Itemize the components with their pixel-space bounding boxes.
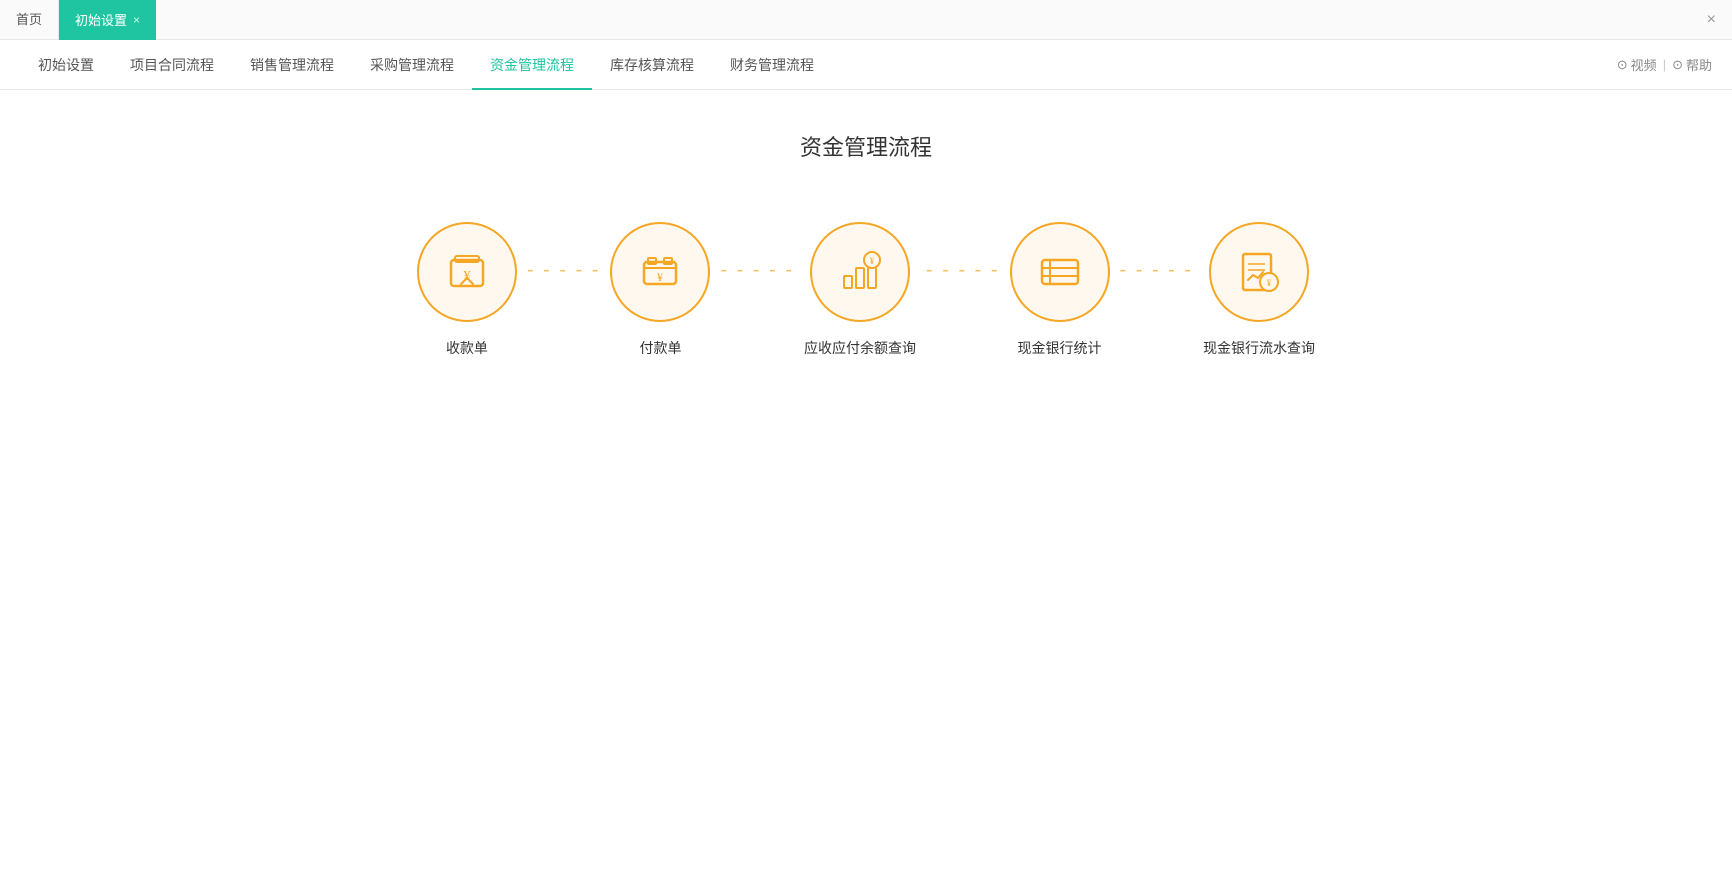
tab-close-icon[interactable]: ×	[133, 13, 140, 27]
liushui-icon-circle: ¥	[1209, 222, 1309, 322]
flow-item-xianjin[interactable]: 现金银行统计	[1010, 222, 1110, 358]
svg-text:¥: ¥	[1267, 278, 1272, 288]
xianjin-icon	[1036, 248, 1084, 296]
flow-item-liushui[interactable]: ¥ 现金银行流水查询	[1203, 222, 1315, 358]
video-label: 视频	[1631, 55, 1657, 74]
svg-text:¥: ¥	[657, 270, 663, 284]
yingshou-label: 应收应付余额查询	[804, 338, 916, 358]
flow-item-yingshou[interactable]: ¥ 应收应付余额查询	[804, 222, 916, 358]
liushui-icon: ¥	[1235, 248, 1283, 296]
window-close-button[interactable]: ×	[1691, 0, 1732, 40]
connector-4: - - - - -	[1120, 259, 1194, 282]
nav-item-caiwu[interactable]: 财务管理流程	[712, 40, 832, 90]
help-label: 帮助	[1686, 55, 1712, 74]
flow-item-fukuan[interactable]: ¥ 付款单	[610, 222, 710, 358]
nav-item-chushishezhi[interactable]: 初始设置	[20, 40, 112, 90]
flow-container: ¥ 收款单 - - - - - ¥ 付款单	[417, 222, 1315, 358]
connector-2: - - - - -	[720, 259, 794, 282]
fukuan-icon: ¥	[636, 248, 684, 296]
shoukuan-icon: ¥	[443, 248, 491, 296]
svg-text:¥: ¥	[870, 256, 875, 266]
active-tab[interactable]: 初始设置 ×	[59, 0, 156, 40]
top-bar: 首页 初始设置 × ×	[0, 0, 1732, 40]
yingshou-icon: ¥	[836, 248, 884, 296]
fukuan-label: 付款单	[639, 338, 681, 358]
connector-1: - - - - -	[527, 259, 601, 282]
shoukuan-icon-circle: ¥	[417, 222, 517, 322]
flow-item-shoukuan[interactable]: ¥ 收款单	[417, 222, 517, 358]
video-icon: ⊙	[1617, 57, 1628, 73]
fukuan-icon-circle: ¥	[610, 222, 710, 322]
home-tab[interactable]: 首页	[0, 0, 59, 40]
liushui-label: 现金银行流水查询	[1203, 338, 1315, 358]
xianjin-label: 现金银行统计	[1018, 338, 1102, 358]
help-button[interactable]: ⊙ 帮助	[1672, 55, 1712, 74]
nav-right-actions: ⊙ 视频 | ⊙ 帮助	[1617, 55, 1712, 74]
page-title: 资金管理流程	[800, 130, 932, 162]
yingshou-icon-circle: ¥	[810, 222, 910, 322]
connector-3: - - - - -	[926, 259, 1000, 282]
video-button[interactable]: ⊙ 视频	[1617, 55, 1657, 74]
shoukuan-label: 收款单	[446, 338, 488, 358]
help-icon: ⊙	[1672, 57, 1683, 73]
nav-divider: |	[1663, 57, 1666, 72]
nav-item-caigou[interactable]: 采购管理流程	[352, 40, 472, 90]
nav-item-xiaoshou[interactable]: 销售管理流程	[232, 40, 352, 90]
nav-item-kucun[interactable]: 库存核算流程	[592, 40, 712, 90]
main-content: 资金管理流程 ¥ 收款单 - - - - -	[0, 90, 1732, 398]
nav-bar: 初始设置 项目合同流程 销售管理流程 采购管理流程 资金管理流程 库存核算流程 …	[0, 40, 1732, 90]
nav-item-zijin[interactable]: 资金管理流程	[472, 40, 592, 90]
xianjin-icon-circle	[1010, 222, 1110, 322]
nav-item-xiangmu[interactable]: 项目合同流程	[112, 40, 232, 90]
active-tab-label: 初始设置	[75, 10, 127, 29]
